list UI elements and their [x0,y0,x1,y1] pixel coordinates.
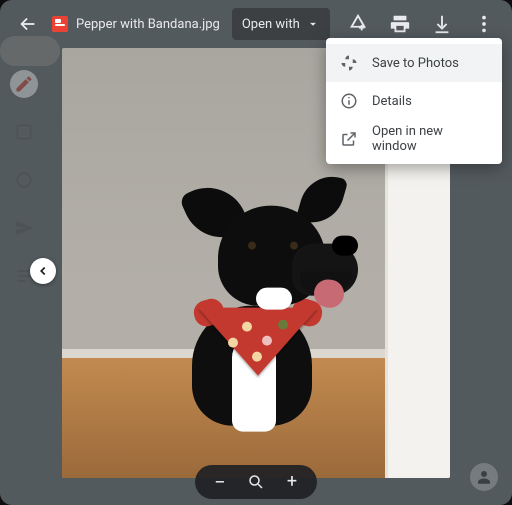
info-icon [340,92,358,110]
menu-item-open-new-window[interactable]: Open in new window [326,120,502,158]
zoom-out-button[interactable]: − [209,471,231,493]
menu-item-label: Save to Photos [372,56,459,71]
presence-indicator[interactable] [470,463,498,491]
rail-icon [14,170,34,194]
rail-icon [14,122,34,146]
photo-dog [98,184,398,404]
edit-icon[interactable] [10,70,38,98]
more-actions-menu: Save to Photos Details Open in new windo… [326,38,502,164]
menu-item-details[interactable]: Details [326,82,502,120]
open-with-dropdown[interactable]: Open with [232,8,330,40]
open-with-label: Open with [242,17,300,32]
menu-item-save-to-photos[interactable]: Save to Photos [326,44,502,82]
left-rail [8,70,40,290]
zoom-in-button[interactable]: + [281,471,303,493]
image-file-icon [52,16,68,32]
back-button[interactable] [8,4,48,44]
menu-item-label: Open in new window [372,124,488,154]
collapse-left-chip[interactable] [30,258,56,284]
rail-send-icon [14,218,34,242]
photos-icon [340,54,358,72]
zoom-reset-button[interactable] [245,471,267,493]
zoom-toolbar: − + [195,465,317,499]
open-external-icon [340,130,358,148]
file-chip: Pepper with Bandana.jpg [52,16,220,32]
menu-item-label: Details [372,94,412,109]
chevron-down-icon [306,17,320,31]
file-name: Pepper with Bandana.jpg [76,17,220,32]
person-icon [475,468,493,486]
magnifier-icon [247,473,265,491]
